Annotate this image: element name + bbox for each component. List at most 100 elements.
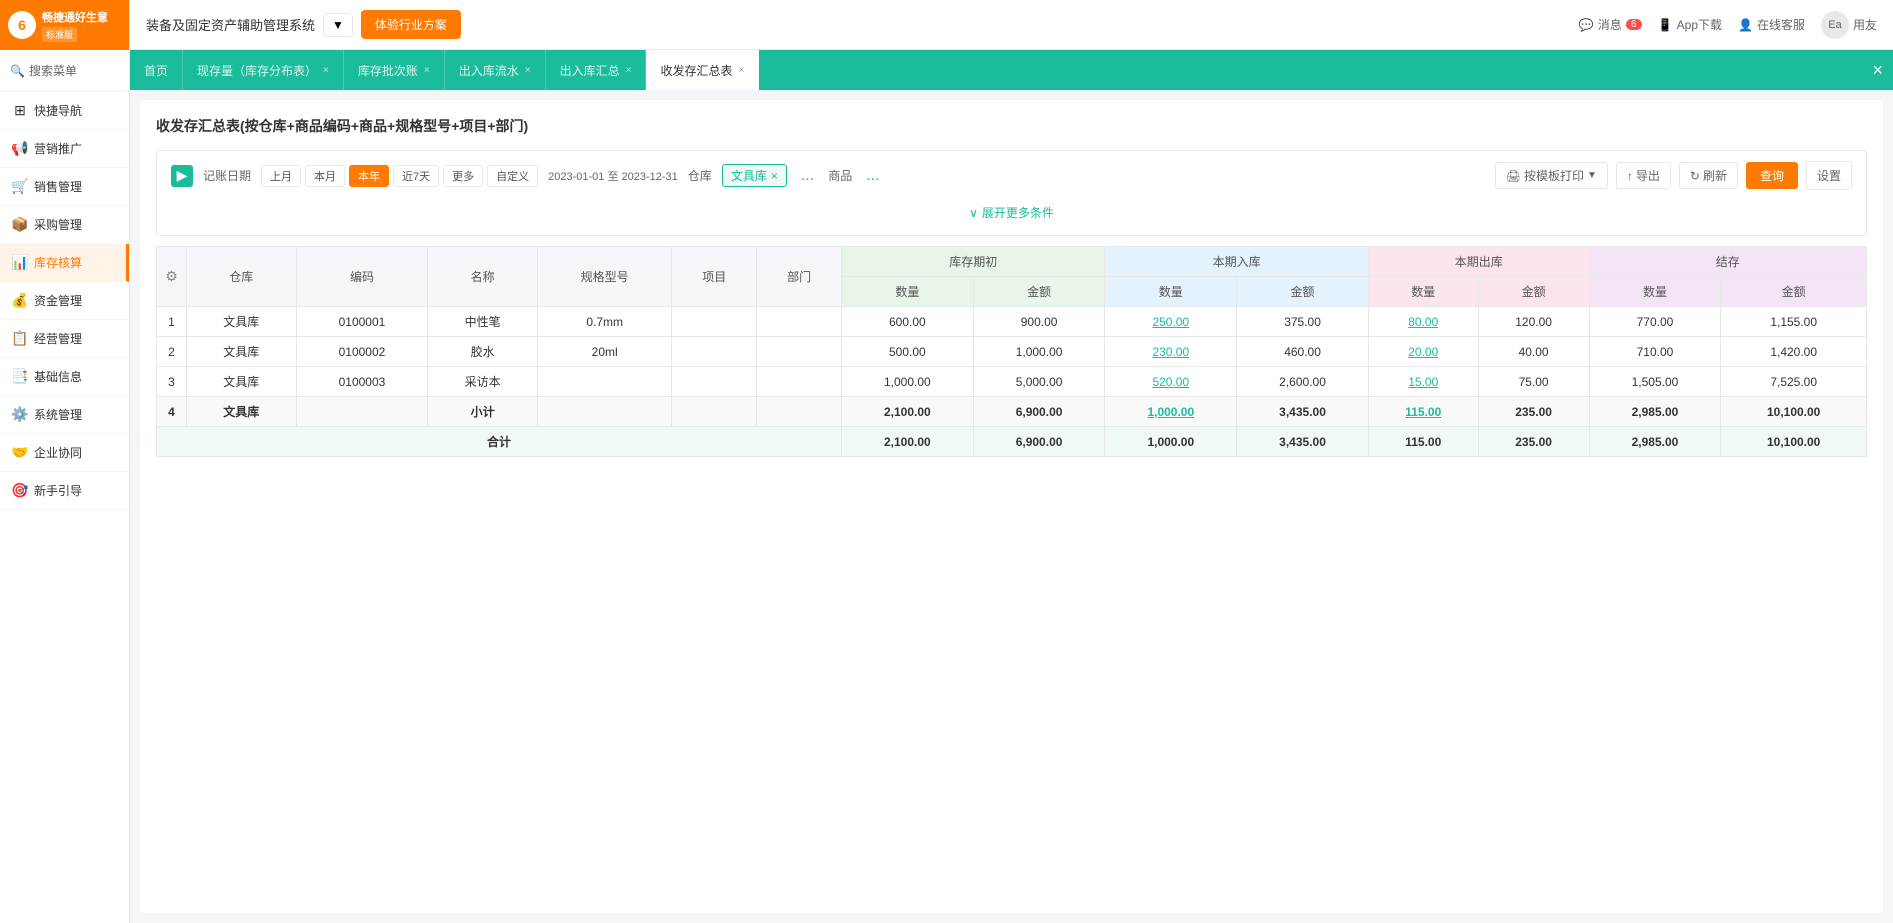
footer-balance-amt: 10,100.00 xyxy=(1721,427,1867,457)
sidebar-item-marketing[interactable]: 📢 营销推广 xyxy=(0,130,129,168)
cell-code: 0100001 xyxy=(296,307,428,337)
export-icon: ↑ xyxy=(1627,169,1633,183)
table-row: 2 文具库 0100002 胶水 20ml 500.00 1,000.00 23… xyxy=(157,337,1867,367)
app-download-button[interactable]: 📱 App下载 xyxy=(1658,16,1722,33)
refresh-button[interactable]: ↻ 刷新 xyxy=(1679,162,1738,189)
tab-home[interactable]: 首页 xyxy=(130,50,183,90)
sidebar-item-purchase[interactable]: 📦 采购管理 xyxy=(0,206,129,244)
cell-open-amt: 6,900.00 xyxy=(973,397,1105,427)
cell-out-qty[interactable]: 20.00 xyxy=(1368,337,1478,367)
sidebar-item-label: 企业协同 xyxy=(34,444,82,461)
tab-close-active-icon[interactable]: × xyxy=(738,65,744,76)
cell-open-qty: 2,100.00 xyxy=(841,397,973,427)
cell-balance-amt: 10,100.00 xyxy=(1721,397,1867,427)
cell-in-qty[interactable]: 230.00 xyxy=(1105,337,1237,367)
th-balance-amt: 金额 xyxy=(1721,277,1867,307)
filter-section: ▶ 记账日期 上月 本月 本年 近7天 更多 自定义 2023-01-01 至 … xyxy=(156,150,1867,236)
tab-in-out-flow[interactable]: 出入库流水 × xyxy=(445,50,546,90)
goods-ellipsis-button[interactable]: ... xyxy=(862,167,883,185)
logo-icon: 6 xyxy=(8,11,36,39)
cell-in-qty[interactable]: 520.00 xyxy=(1105,367,1237,397)
date-btn-this-year[interactable]: 本年 xyxy=(349,165,389,187)
online-service-button[interactable]: 👤 在线客服 xyxy=(1738,16,1805,33)
footer-balance-qty: 2,985.00 xyxy=(1589,427,1721,457)
data-table: ⚙ 仓库 编码 名称 规格型号 项目 xyxy=(156,246,1867,457)
tab-batch[interactable]: 库存批次账 × xyxy=(344,50,445,90)
message-button[interactable]: 💬 消息 6 xyxy=(1579,16,1642,33)
tab-close-icon[interactable]: × xyxy=(424,65,430,76)
system-dropdown[interactable]: ▼ xyxy=(323,13,353,37)
footer-label: 合计 xyxy=(157,427,842,457)
cell-open-amt: 5,000.00 xyxy=(973,367,1105,397)
user-avatar: Ea xyxy=(1821,11,1849,39)
close-all-tabs-button[interactable]: × xyxy=(1862,50,1893,90)
phone-icon: 📱 xyxy=(1658,18,1673,32)
cell-balance-amt: 1,420.00 xyxy=(1721,337,1867,367)
search-menu-button[interactable]: 🔍 搜索菜单 xyxy=(6,58,123,83)
cell-dept xyxy=(757,307,842,337)
date-btn-more[interactable]: 更多 xyxy=(443,165,483,187)
print-button[interactable]: 🖨 按模板打印 ▼ xyxy=(1495,162,1608,189)
sidebar-item-enterprise[interactable]: 🤝 企业协同 xyxy=(0,434,129,472)
topbar-left: 装备及固定资产辅助管理系统 ▼ 体验行业方案 xyxy=(146,10,461,39)
date-btn-7days[interactable]: 近7天 xyxy=(393,165,439,187)
th-goods-spec: 规格型号 xyxy=(537,247,671,307)
tab-inventory-dist[interactable]: 现存量（库存分布表） × xyxy=(183,50,344,90)
table-row: 1 文具库 0100001 中性笔 0.7mm 600.00 900.00 25… xyxy=(157,307,1867,337)
filter-left: ▶ 记账日期 上月 本月 本年 近7天 更多 自定义 2023-01-01 至 … xyxy=(171,164,884,187)
cell-in-qty[interactable]: 250.00 xyxy=(1105,307,1237,337)
tab-close-icon[interactable]: × xyxy=(525,65,531,76)
purchase-icon: 📦 xyxy=(12,217,28,233)
guide-icon: 🎯 xyxy=(12,483,28,499)
query-button[interactable]: 查询 xyxy=(1746,162,1798,189)
cell-warehouse: 文具库 xyxy=(187,307,297,337)
column-settings-icon[interactable]: ⚙ xyxy=(165,268,178,284)
cell-open-qty: 600.00 xyxy=(841,307,973,337)
tab-label: 收发存汇总表 xyxy=(660,62,732,79)
tab-in-out-summary[interactable]: 出入库汇总 × xyxy=(546,50,647,90)
inventory-icon: 📊 xyxy=(12,255,28,271)
cell-project xyxy=(672,307,757,337)
sidebar-item-sales[interactable]: 🛒 销售管理 xyxy=(0,168,129,206)
settings-button[interactable]: 设置 xyxy=(1806,161,1852,190)
cell-warehouse: 文具库 xyxy=(187,397,297,427)
filter-expand-arrow[interactable]: ▶ xyxy=(171,165,193,187)
warehouse-ellipsis-button[interactable]: ... xyxy=(797,167,818,185)
cell-out-qty[interactable]: 115.00 xyxy=(1368,397,1478,427)
tab-close-icon[interactable]: × xyxy=(323,65,329,76)
content-area: 收发存汇总表(按仓库+商品编码+商品+规格型号+项目+部门) ▶ 记账日期 上月… xyxy=(130,90,1893,923)
cell-out-qty[interactable]: 15.00 xyxy=(1368,367,1478,397)
sidebar-item-inventory[interactable]: 📊 库存核算 xyxy=(0,244,129,282)
cell-project xyxy=(672,337,757,367)
cell-name: 中性笔 xyxy=(428,307,538,337)
sidebar-item-guide[interactable]: 🎯 新手引导 xyxy=(0,472,129,510)
sidebar-item-finance[interactable]: 💰 资金管理 xyxy=(0,282,129,320)
logo-text: 畅捷通好生意 标准版 xyxy=(42,9,108,42)
user-menu[interactable]: Ea 用友 xyxy=(1821,11,1877,39)
cell-balance-qty: 1,505.00 xyxy=(1589,367,1721,397)
tab-receive-send[interactable]: 收发存汇总表 × xyxy=(646,50,759,90)
date-btn-custom[interactable]: 自定义 xyxy=(487,165,538,187)
expand-more-button[interactable]: ∨ 展开更多条件 xyxy=(171,200,1852,225)
tab-label: 出入库汇总 xyxy=(560,62,620,79)
sidebar-item-operations[interactable]: 📋 经营管理 xyxy=(0,320,129,358)
sidebar-item-label: 系统管理 xyxy=(34,406,82,423)
cell-dept xyxy=(757,337,842,367)
sidebar-item-quick-nav[interactable]: ⊞ 快捷导航 xyxy=(0,92,129,130)
sidebar-item-basic[interactable]: 📑 基础信息 xyxy=(0,358,129,396)
trial-button[interactable]: 体验行业方案 xyxy=(361,10,461,39)
export-button[interactable]: ↑ 导出 xyxy=(1616,162,1671,189)
warehouse-tag[interactable]: 文具库 × xyxy=(722,164,787,187)
cell-in-qty[interactable]: 1,000.00 xyxy=(1105,397,1237,427)
sidebar-search[interactable]: 🔍 搜索菜单 xyxy=(0,50,129,92)
date-btn-this-month[interactable]: 本月 xyxy=(305,165,345,187)
cell-warehouse: 文具库 xyxy=(187,337,297,367)
cell-out-qty[interactable]: 80.00 xyxy=(1368,307,1478,337)
tab-close-icon[interactable]: × xyxy=(626,65,632,76)
goods-label: 商品 xyxy=(828,167,852,184)
operations-icon: 📋 xyxy=(12,331,28,347)
sidebar-item-system[interactable]: ⚙️ 系统管理 xyxy=(0,396,129,434)
date-btn-last-month[interactable]: 上月 xyxy=(261,165,301,187)
warehouse-tag-close-icon[interactable]: × xyxy=(771,169,778,183)
th-period-out-amt: 金额 xyxy=(1478,277,1589,307)
